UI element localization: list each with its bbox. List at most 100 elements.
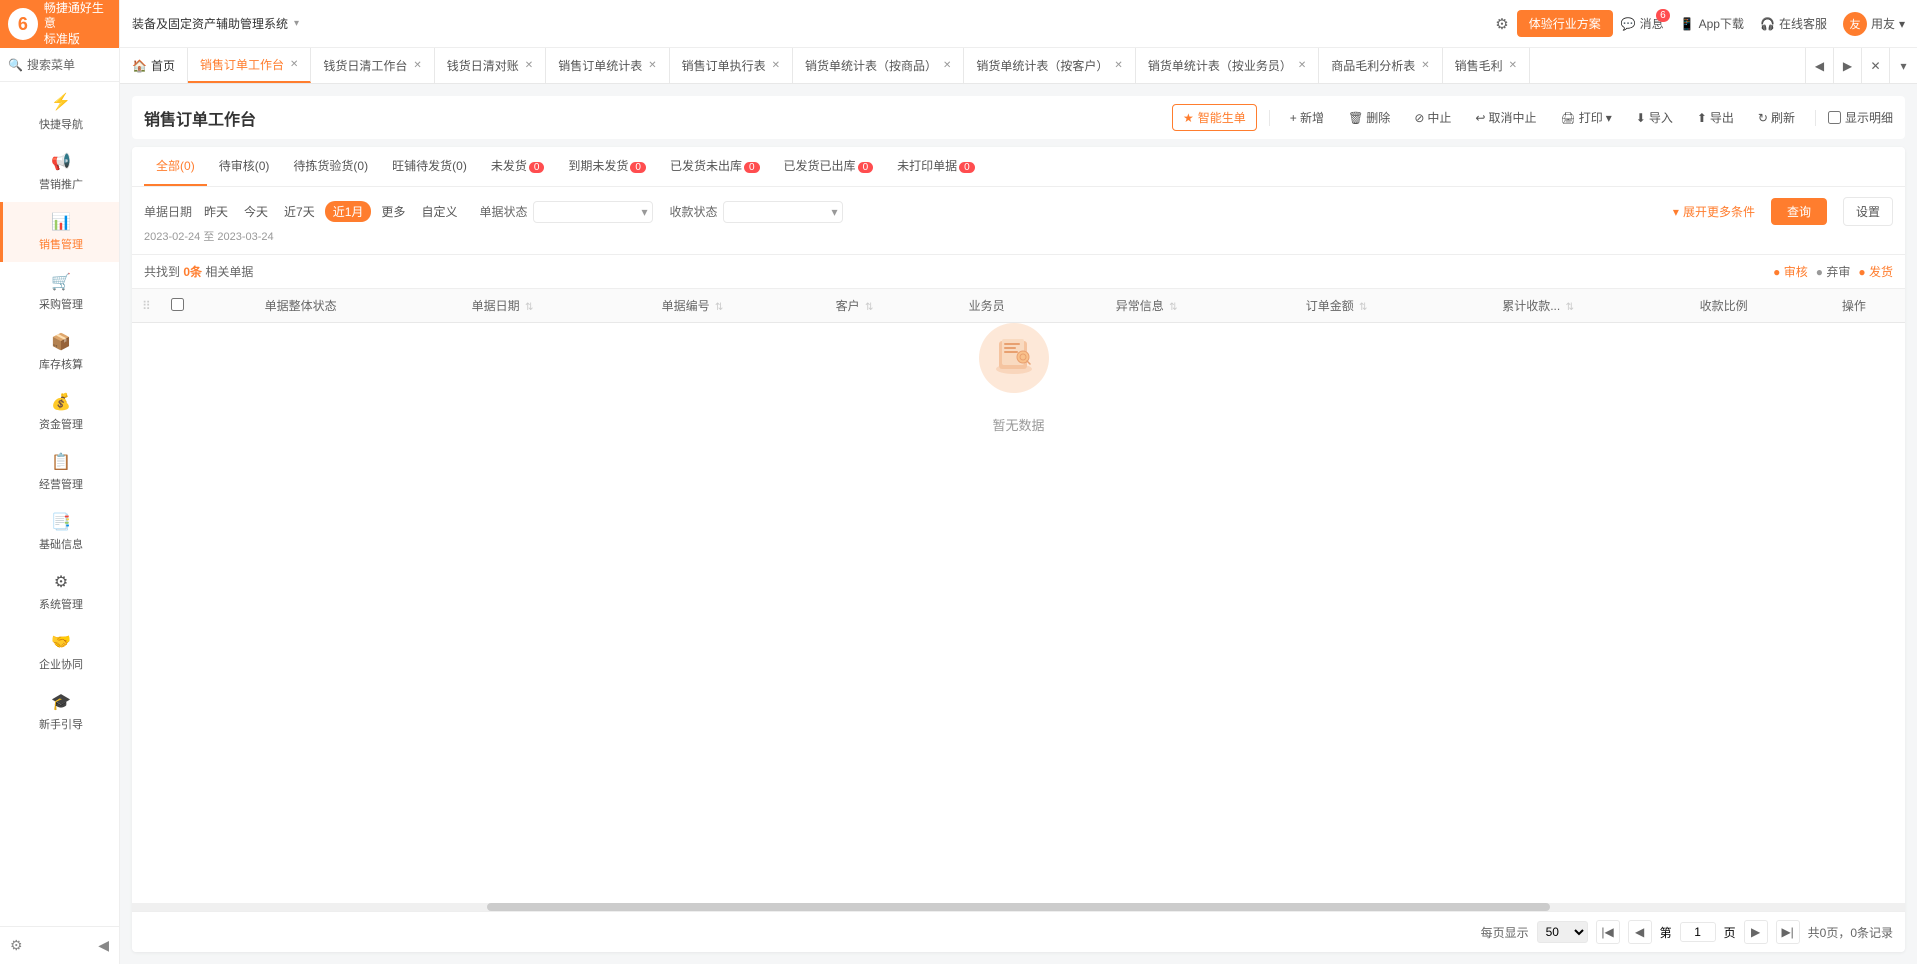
tab-sales-stat-product[interactable]: 销货单统计表（按商品） ✕ <box>793 48 964 83</box>
filter-date-group: 昨天 今天 近7天 近1月 更多 自定义 <box>198 201 463 222</box>
sort-exception-icon[interactable]: ⇅ <box>1169 302 1177 313</box>
filter-date-today[interactable]: 今天 <box>238 201 274 222</box>
filter-tab-expired-not-shipped[interactable]: 到期未发货0 <box>556 147 658 186</box>
tab-close-sales-order[interactable]: ✕ <box>290 59 298 70</box>
suspend-icon: ⊘ <box>1414 111 1424 125</box>
tab-cash-daily[interactable]: 钱货日清工作台 ✕ <box>311 48 434 83</box>
page-input[interactable] <box>1680 922 1716 942</box>
tab-close-cash-reconcile[interactable]: ✕ <box>525 60 533 71</box>
tab-close-cash-daily[interactable]: ✕ <box>413 60 421 71</box>
table-scrollbar[interactable] <box>132 903 1905 911</box>
print-button[interactable]: 🖨 打印 ▾ <box>1552 105 1619 130</box>
tab-close-sales-gross[interactable]: ✕ <box>1509 60 1517 71</box>
settings-gear-icon[interactable]: ⚙ <box>10 937 23 954</box>
topbar-gear-icon[interactable]: ⚙ <box>1495 15 1508 33</box>
query-button[interactable]: 查询 <box>1771 198 1827 225</box>
marketing-icon: 📢 <box>51 152 71 172</box>
sort-customer-icon[interactable]: ⇅ <box>865 302 873 313</box>
sidebar-item-inventory[interactable]: 📦 库存核算 <box>0 322 119 382</box>
sidebar-item-marketing[interactable]: 📢 营销推广 <box>0 142 119 202</box>
show-detail-input[interactable] <box>1828 111 1841 124</box>
tab-close-sales-stat-product[interactable]: ✕ <box>943 60 951 71</box>
filter-tab-wangpu[interactable]: 旺铺待发货(0) <box>380 147 479 186</box>
collapse-icon[interactable]: ◀ <box>98 937 109 954</box>
batch-review-button[interactable]: ● 审核 <box>1773 263 1808 280</box>
filter-payment-select[interactable] <box>723 201 843 223</box>
sidebar-search[interactable]: 🔍 搜索菜单 <box>0 48 119 82</box>
sort-received-icon[interactable]: ⇅ <box>1566 302 1574 313</box>
filter-status-select[interactable] <box>533 201 653 223</box>
quick-nav-icon: ⚡ <box>51 92 71 112</box>
tab-next-button[interactable]: ▶ <box>1833 48 1861 84</box>
sidebar-item-base-info[interactable]: 📑 基础信息 <box>0 502 119 562</box>
select-all-checkbox[interactable] <box>171 298 184 311</box>
user-menu[interactable]: 友 用友 ▾ <box>1843 12 1905 36</box>
tab-margin-analysis[interactable]: 商品毛利分析表 ✕ <box>1319 48 1442 83</box>
filter-date-1month[interactable]: 近1月 <box>325 201 372 222</box>
export-button[interactable]: ⬆ 导出 <box>1689 105 1742 130</box>
sidebar-item-system[interactable]: ⚙ 系统管理 <box>0 562 119 622</box>
filter-date-custom[interactable]: 自定义 <box>415 201 463 222</box>
sidebar-item-purchase[interactable]: 🛒 采购管理 <box>0 262 119 322</box>
sort-number-icon[interactable]: ⇅ <box>715 302 723 313</box>
refresh-button[interactable]: ↻ 刷新 <box>1750 105 1803 130</box>
batch-cancel-review-button[interactable]: ● 弃审 <box>1816 263 1851 280</box>
cancel-suspend-button[interactable]: ↩ 取消中止 <box>1467 105 1544 130</box>
filter-tab-not-shipped[interactable]: 未发货0 <box>479 147 557 186</box>
filter-tab-shipped-not-out[interactable]: 已发货未出库0 <box>658 147 772 186</box>
tab-home[interactable]: 🏠 首页 <box>120 48 188 83</box>
sidebar-item-sales[interactable]: 📊 销售管理 <box>0 202 119 262</box>
suspend-button[interactable]: ⊘ 中止 <box>1406 105 1459 130</box>
tab-sales-stat[interactable]: 销售订单统计表 ✕ <box>546 48 669 83</box>
filter-expand-button[interactable]: ▾ 展开更多条件 <box>1673 203 1755 220</box>
tab-menu-button[interactable]: ▾ <box>1889 48 1917 84</box>
filter-tab-all[interactable]: 全部(0) <box>144 147 207 186</box>
page-next-button[interactable]: ▶ <box>1744 920 1768 944</box>
tab-sales-stat-staff[interactable]: 销货单统计表（按业务员） ✕ <box>1136 48 1319 83</box>
tab-close-all-button[interactable]: ✕ <box>1861 48 1889 84</box>
tab-sales-order[interactable]: 销售订单工作台 ✕ <box>188 48 311 83</box>
sidebar-item-enterprise[interactable]: 🤝 企业协同 <box>0 622 119 682</box>
tab-close-sales-stat[interactable]: ✕ <box>648 60 656 71</box>
sort-amount-icon[interactable]: ⇅ <box>1359 302 1367 313</box>
message-button[interactable]: 💬 消息 6 <box>1621 15 1664 32</box>
sidebar-item-finance[interactable]: 💰 资金管理 <box>0 382 119 442</box>
tab-sales-exec[interactable]: 销售订单执行表 ✕ <box>670 48 793 83</box>
tab-close-sales-stat-customer[interactable]: ✕ <box>1114 60 1122 71</box>
page-first-button[interactable]: |◀ <box>1596 920 1620 944</box>
tab-sales-stat-customer[interactable]: 销货单统计表（按客户） ✕ <box>964 48 1135 83</box>
page-last-button[interactable]: ▶| <box>1776 920 1800 944</box>
sort-date-icon[interactable]: ⇅ <box>525 302 533 313</box>
batch-ship-button[interactable]: ● 发货 <box>1858 263 1893 280</box>
filter-tab-pending-inspect[interactable]: 待拣货验货(0) <box>281 147 380 186</box>
filter-tab-pending-review[interactable]: 待审核(0) <box>207 147 282 186</box>
add-button[interactable]: + 新增 <box>1282 105 1332 130</box>
tab-close-margin-analysis[interactable]: ✕ <box>1421 60 1429 71</box>
filter-panel: 单据日期 昨天 今天 近7天 近1月 更多 自定义 单据状态 <box>132 187 1905 255</box>
filter-tab-not-printed[interactable]: 未打印单据0 <box>885 147 987 186</box>
table-toolbar: 共找到 0条 相关单据 ● 审核 ● 弃审 <box>132 255 1905 289</box>
tab-prev-button[interactable]: ◀ <box>1805 48 1833 84</box>
filter-tab-shipped-out[interactable]: 已发货已出库0 <box>772 147 886 186</box>
solution-button[interactable]: 体验行业方案 <box>1517 10 1613 37</box>
page-size-select[interactable]: 10 20 50 100 <box>1537 921 1588 943</box>
sidebar-item-quick-nav[interactable]: ⚡ 快捷导航 <box>0 82 119 142</box>
filter-date-yesterday[interactable]: 昨天 <box>198 201 234 222</box>
online-support-button[interactable]: 🎧 在线客服 <box>1760 15 1827 32</box>
show-detail-checkbox[interactable]: 显示明细 <box>1828 109 1893 126</box>
page-prev-button[interactable]: ◀ <box>1628 920 1652 944</box>
app-download-button[interactable]: 📱 App下载 <box>1680 15 1744 32</box>
sidebar-item-operations[interactable]: 📋 经营管理 <box>0 442 119 502</box>
tab-close-sales-stat-staff[interactable]: ✕ <box>1298 60 1306 71</box>
smart-create-button[interactable]: ★ 智能生单 <box>1172 104 1257 131</box>
import-button[interactable]: ⬇ 导入 <box>1628 105 1681 130</box>
tab-cash-reconcile[interactable]: 钱货日清对账 ✕ <box>435 48 546 83</box>
delete-button[interactable]: 🗑 删除 <box>1340 105 1398 130</box>
tab-close-sales-exec[interactable]: ✕ <box>772 60 780 71</box>
filter-date: 单据日期 昨天 今天 近7天 近1月 更多 自定义 <box>144 201 463 222</box>
filter-date-more[interactable]: 更多 <box>375 201 411 222</box>
sidebar-item-guide[interactable]: 🎓 新手引导 <box>0 682 119 742</box>
tab-sales-gross[interactable]: 销售毛利 ✕ <box>1443 48 1530 83</box>
setting-button[interactable]: 设置 <box>1843 197 1893 226</box>
filter-date-7days[interactable]: 近7天 <box>278 201 321 222</box>
